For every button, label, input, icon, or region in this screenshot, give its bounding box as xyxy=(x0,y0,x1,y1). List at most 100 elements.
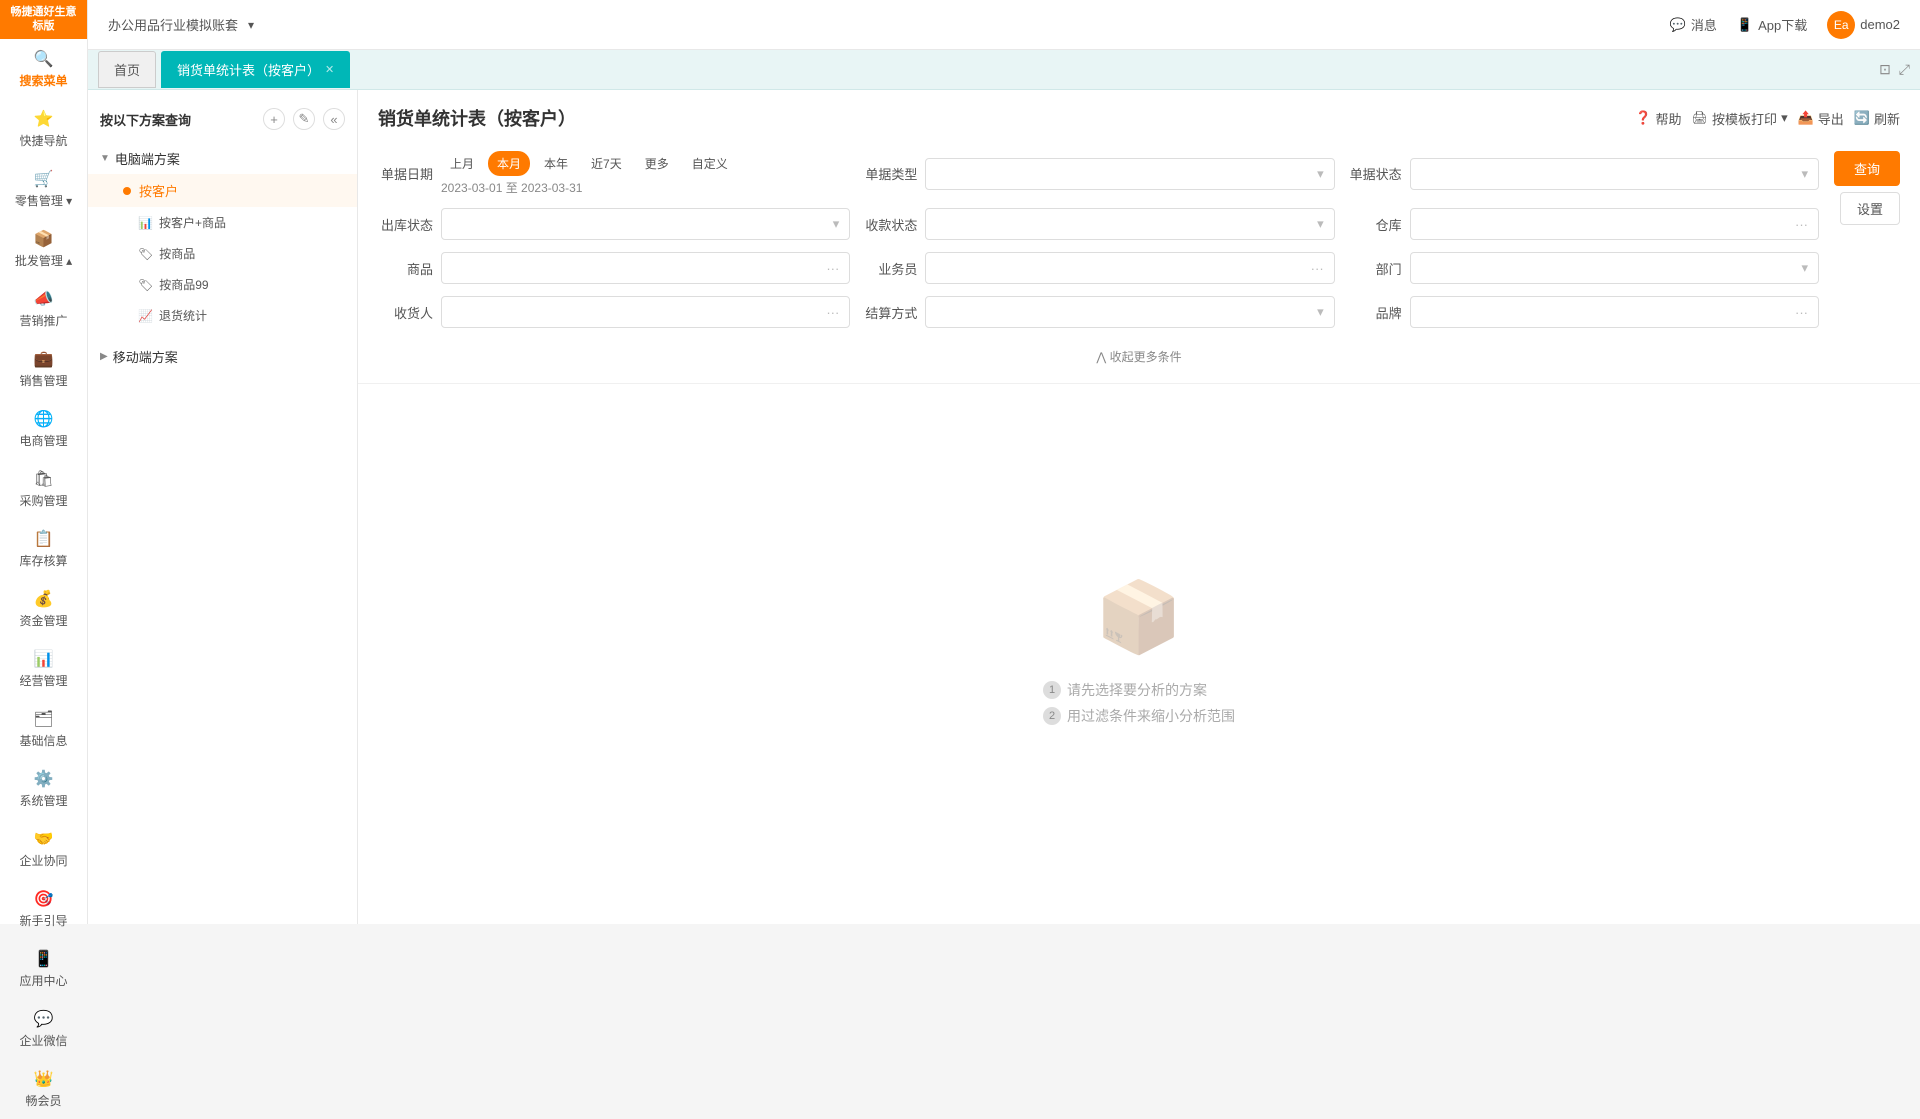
sidebar-item-apps[interactable]: 📱 应用中心 xyxy=(0,939,87,999)
query-actions: 查询 设置 xyxy=(1834,151,1900,225)
doc-type-input[interactable]: ▾ xyxy=(925,158,1334,190)
tree-item-by-customer-product[interactable]: 📊 按客户+商品 xyxy=(88,207,357,238)
app-download-button[interactable]: 📱 App下载 xyxy=(1737,15,1807,34)
brand-input[interactable]: ··· xyxy=(1410,296,1819,328)
empty-tips: 1 请先选择要分析的方案 2 用过滤条件来缩小分析范围 xyxy=(1043,674,1235,732)
tree-item-by-product[interactable]: 🏷 按商品 xyxy=(88,238,357,269)
sidebar-finance-label: 资金管理 xyxy=(19,612,67,629)
sidebar-item-sales[interactable]: 💼 销售管理 xyxy=(0,339,87,399)
active-dot-icon xyxy=(123,187,131,195)
sidebar-item-finance[interactable]: 💰 资金管理 xyxy=(0,579,87,639)
empty-tip-2: 2 用过滤条件来缩小分析范围 xyxy=(1043,706,1235,726)
ecommerce-icon: 🌐 xyxy=(34,409,54,429)
sidebar-ecommerce-label: 电商管理 xyxy=(19,432,67,449)
quicknav-icon: ⭐ xyxy=(34,109,54,129)
page-title: 销货单统计表（按客户） xyxy=(378,105,576,131)
customer-product-icon: 📊 xyxy=(138,216,153,230)
tab-sales-stats[interactable]: 销货单统计表（按客户） ✕ xyxy=(161,51,350,88)
doc-status-input[interactable]: ▾ xyxy=(1410,158,1819,190)
custom-btn[interactable]: 自定义 xyxy=(683,151,737,176)
user-profile[interactable]: Ea demo2 xyxy=(1827,11,1900,39)
doc-type-filter-cell: 单据类型 ▾ xyxy=(862,158,1334,190)
refresh-icon: 🔄 xyxy=(1854,110,1870,126)
last-month-btn[interactable]: 上月 xyxy=(441,151,483,176)
settlement-input[interactable]: ▾ xyxy=(925,296,1334,328)
empty-tip-1-text: 请先选择要分析的方案 xyxy=(1067,680,1207,700)
refresh-button[interactable]: 🔄 刷新 xyxy=(1854,109,1900,128)
message-label: 消息 xyxy=(1691,15,1717,34)
tree-item-by-product99[interactable]: 🏷 按商品99 xyxy=(88,269,357,300)
this-month-btn[interactable]: 本月 xyxy=(488,151,530,176)
wholesale-icon: 📦 xyxy=(34,229,54,249)
tab-expand-icon[interactable]: ⤢ xyxy=(1899,61,1910,78)
doc-status-arrow-icon: ▾ xyxy=(1801,166,1808,182)
empty-tip-2-text: 用过滤条件来缩小分析范围 xyxy=(1067,706,1235,726)
empty-state: 📦 1 请先选择要分析的方案 2 用过滤条件来缩小分析范围 xyxy=(358,384,1920,924)
tab-sales-label: 销货单统计表（按客户） xyxy=(177,60,320,79)
tab-window-icon[interactable]: ⊡ xyxy=(1879,61,1891,78)
industry-dropdown[interactable]: ▾ xyxy=(248,18,254,32)
empty-illustration: 📦 xyxy=(1095,577,1182,659)
message-button[interactable]: 💬 消息 xyxy=(1670,15,1717,34)
edit-scheme-button[interactable]: ✎ xyxy=(293,108,315,130)
sidebar-inventory-label: 库存核算 xyxy=(19,552,67,569)
search-icon: 🔍 xyxy=(34,49,54,69)
payment-status-input[interactable]: ▾ xyxy=(925,208,1334,240)
brand-filter-cell: 品牌 ··· xyxy=(1347,296,1819,328)
setting-button[interactable]: 设置 xyxy=(1840,192,1900,225)
department-input[interactable]: ▾ xyxy=(1410,252,1819,284)
collapse-label: 收起更多条件 xyxy=(1110,350,1182,364)
sidebar-item-newbie[interactable]: 🎯 新手引导 xyxy=(0,879,87,939)
query-button[interactable]: 查询 xyxy=(1834,151,1900,186)
more-btn[interactable]: 更多 xyxy=(636,151,678,176)
export-icon: 📤 xyxy=(1798,110,1814,126)
sidebar-item-wechat[interactable]: 💬 企业微信 xyxy=(0,999,87,1059)
print-label: 按模板打印 xyxy=(1712,109,1777,128)
tab-home[interactable]: 首页 xyxy=(98,51,156,88)
sidebar-item-marketing[interactable]: 📣 营销推广 xyxy=(0,279,87,339)
sidebar-item-member[interactable]: 👑 畅会员 xyxy=(0,1059,87,1119)
out-status-input[interactable]: ▾ xyxy=(441,208,850,240)
print-button[interactable]: 🖨 按模板打印 ▾ xyxy=(1692,109,1788,128)
sidebar-quicknav-label: 快捷导航 xyxy=(19,132,67,149)
tree-group-mobile-header[interactable]: ▶ 移动端方案 xyxy=(88,341,357,372)
recipient-input[interactable]: ··· xyxy=(441,296,850,328)
tree-item-by-product99-label: 按商品99 xyxy=(159,276,208,293)
sidebar-item-enterprise[interactable]: 🤝 企业协同 xyxy=(0,819,87,879)
tree-group-mobile: ▶ 移动端方案 xyxy=(88,336,357,377)
tree-item-return-stats[interactable]: 📈 退货统计 xyxy=(88,300,357,331)
warehouse-input[interactable]: ··· xyxy=(1410,208,1819,240)
recipient-filter-cell: 收货人 ··· xyxy=(378,296,850,328)
topbar-right: 💬 消息 📱 App下载 Ea demo2 xyxy=(1670,11,1900,39)
collapse-bar[interactable]: ⋀ 收起更多条件 xyxy=(378,340,1900,373)
tree-group-desktop-header[interactable]: ▼ 电脑端方案 xyxy=(88,143,357,174)
tree-item-by-customer[interactable]: 按客户 xyxy=(88,174,357,207)
sidebar-item-wholesale[interactable]: 📦 批发管理 ▴ xyxy=(0,219,87,279)
help-button[interactable]: ❓ 帮助 xyxy=(1635,109,1681,128)
export-button[interactable]: 📤 导出 xyxy=(1798,109,1844,128)
collapse-panel-button[interactable]: « xyxy=(323,108,345,130)
sidebar-item-search[interactable]: 🔍 搜索菜单 xyxy=(0,39,87,99)
empty-tip-1: 1 请先选择要分析的方案 xyxy=(1043,680,1235,700)
tab-close-icon[interactable]: ✕ xyxy=(325,63,334,76)
sidebar-item-retail[interactable]: 🛒 零售管理 ▾ xyxy=(0,159,87,219)
product-input[interactable]: ··· xyxy=(441,252,850,284)
this-year-btn[interactable]: 本年 xyxy=(535,151,577,176)
sales-icon: 💼 xyxy=(34,349,54,369)
sidebar-item-purchase[interactable]: 🛍 采购管理 xyxy=(0,459,87,519)
sidebar-item-inventory[interactable]: 📋 库存核算 xyxy=(0,519,87,579)
logo-text: 畅捷通好生意 标版 xyxy=(5,5,82,34)
sidebar-item-quicknav[interactable]: ⭐ 快捷导航 xyxy=(0,99,87,159)
staff-input[interactable]: ··· xyxy=(925,252,1334,284)
sidebar-item-operations[interactable]: 📊 经营管理 xyxy=(0,639,87,699)
add-scheme-button[interactable]: + xyxy=(263,108,285,130)
sidebar-item-system[interactable]: ⚙️ 系统管理 xyxy=(0,759,87,819)
last7days-btn[interactable]: 近7天 xyxy=(582,151,631,176)
apps-icon: 📱 xyxy=(34,949,54,969)
sidebar-item-ecommerce[interactable]: 🌐 电商管理 xyxy=(0,399,87,459)
payment-status-arrow-icon: ▾ xyxy=(1317,216,1324,232)
newbie-icon: 🎯 xyxy=(34,889,54,909)
sidebar-wholesale-label: 批发管理 ▴ xyxy=(15,252,72,269)
wechat-icon: 💬 xyxy=(34,1009,54,1029)
sidebar-item-basic[interactable]: 🗂 基础信息 xyxy=(0,699,87,759)
